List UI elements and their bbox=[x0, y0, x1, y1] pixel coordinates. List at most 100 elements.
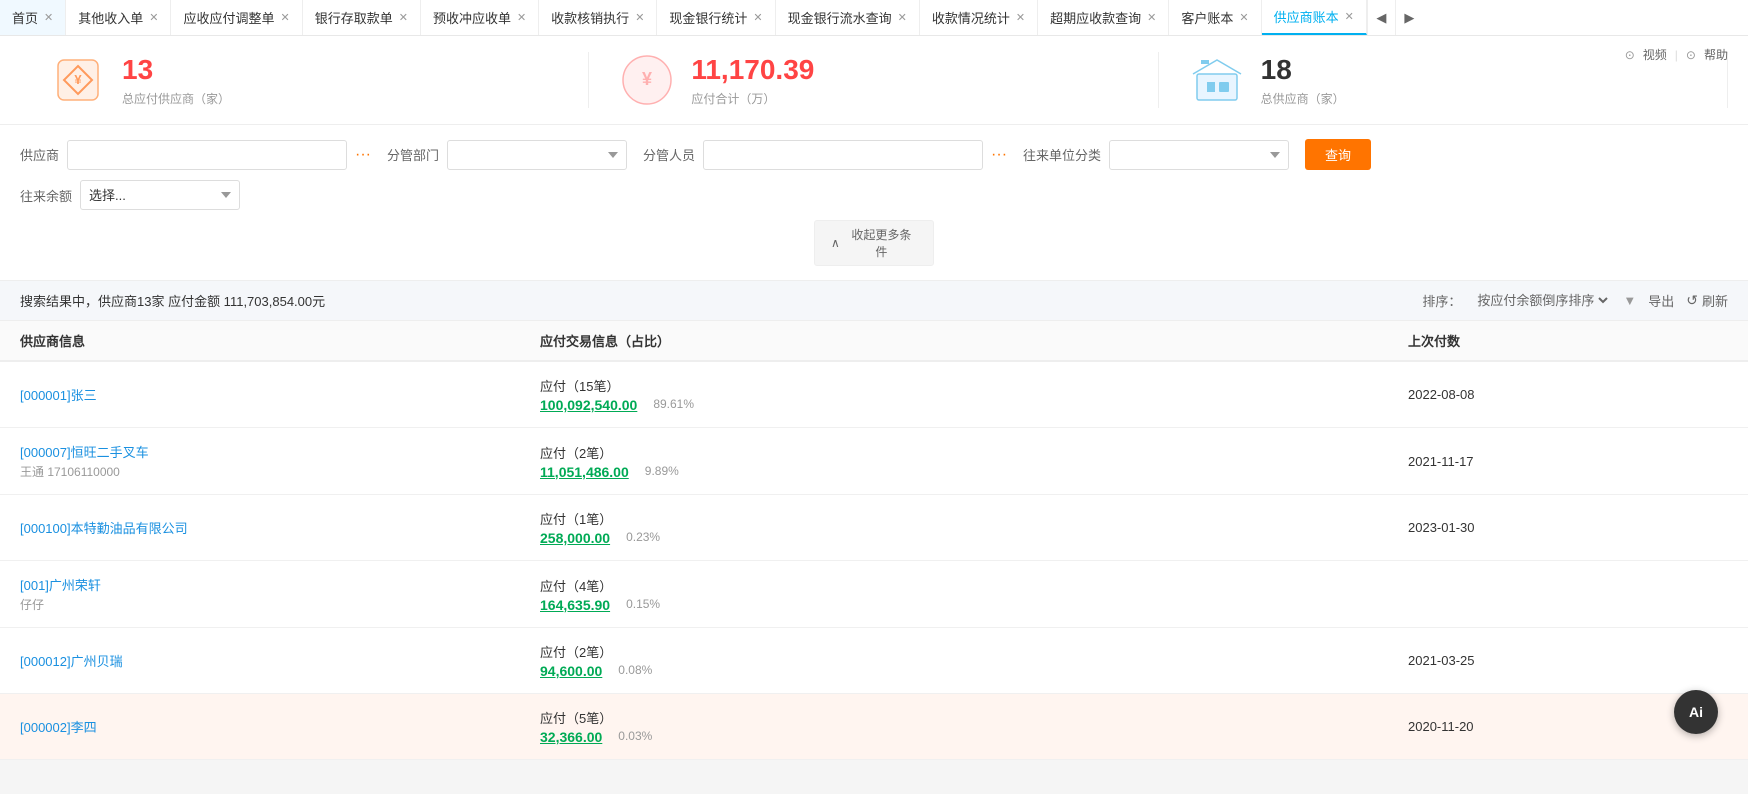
nav-cash-bank-stat-label: 现金银行统计 bbox=[669, 8, 747, 27]
txn-percent: 9.89% bbox=[645, 464, 679, 478]
nav-close-icon[interactable]: ✕ bbox=[1239, 11, 1248, 24]
balance-select[interactable]: 选择... bbox=[80, 180, 240, 210]
collapse-button[interactable]: ∧ 收起更多条件 bbox=[814, 220, 934, 266]
data-table: 供应商信息 应付交易信息（占比） 上次付数 [000001]张三 应付（15笔）… bbox=[0, 321, 1748, 760]
search-button[interactable]: 查询 bbox=[1305, 139, 1371, 170]
last-payment-date: 2021-11-17 bbox=[1408, 454, 1474, 469]
txn-percent: 0.15% bbox=[626, 597, 660, 611]
refresh-button[interactable]: ↺ 刷新 bbox=[1686, 291, 1728, 310]
ap-suppliers-icon: ¥ bbox=[50, 52, 106, 108]
nav-close-icon[interactable]: ✕ bbox=[1016, 11, 1025, 24]
person-label: 分管人员 bbox=[643, 145, 695, 164]
nav-next-arrow[interactable]: ▶ bbox=[1395, 0, 1423, 36]
nav-close-icon[interactable]: ✕ bbox=[44, 11, 53, 24]
txn-amount[interactable]: 100,092,540.00 bbox=[540, 397, 637, 413]
filter-balance: 往来余额 选择... bbox=[20, 180, 240, 210]
table-row: [000012]广州贝瑞 应付（2笔） 94,600.00 0.08% 2021… bbox=[0, 628, 1748, 694]
nav-other-income[interactable]: 其他收入单 ✕ bbox=[66, 0, 171, 35]
table-header: 供应商信息 应付交易信息（占比） 上次付数 bbox=[0, 321, 1748, 362]
col-header-txn: 应付交易信息（占比） bbox=[540, 331, 1408, 350]
top-navigation: 首页 ✕ 其他收入单 ✕ 应收应付调整单 ✕ 银行存取款单 ✕ 预收冲应收单 ✕… bbox=[0, 0, 1748, 36]
dept-label: 分管部门 bbox=[387, 145, 439, 164]
sort-label: 排序： bbox=[1422, 291, 1461, 310]
svg-text:¥: ¥ bbox=[642, 69, 652, 89]
ai-badge[interactable]: Ai bbox=[1674, 690, 1718, 734]
txn-percent: 89.61% bbox=[653, 397, 694, 411]
supplier-name-link[interactable]: [000001]张三 bbox=[20, 388, 97, 403]
txn-amount[interactable]: 164,635.90 bbox=[540, 597, 610, 613]
txn-percent: 0.08% bbox=[618, 663, 652, 677]
nav-close-icon[interactable]: ✕ bbox=[635, 11, 644, 24]
nav-close-icon[interactable]: ✕ bbox=[753, 11, 762, 24]
ap-total-label: 应付合计（万） bbox=[691, 90, 814, 107]
nav-cash-bank-stat[interactable]: 现金银行统计 ✕ bbox=[657, 0, 775, 35]
supplier-name-link[interactable]: [000002]李四 bbox=[20, 720, 97, 735]
last-payment-cell: 2022-08-08 bbox=[1408, 387, 1728, 402]
txn-amount[interactable]: 258,000.00 bbox=[540, 530, 610, 546]
svg-text:¥: ¥ bbox=[74, 72, 82, 87]
filter-supplier: 供应商 ··· bbox=[20, 140, 371, 170]
nav-close-icon[interactable]: ✕ bbox=[280, 11, 289, 24]
nav-overdue-ar[interactable]: 超期应收款查询 ✕ bbox=[1038, 0, 1169, 35]
nav-close-icon[interactable]: ✕ bbox=[1345, 10, 1354, 23]
supplier-name-link[interactable]: [000100]本特勤油品有限公司 bbox=[20, 521, 188, 536]
nav-ar-ap-adjust[interactable]: 应收应付调整单 ✕ bbox=[171, 0, 302, 35]
nav-receipt-stat-label: 收款情况统计 bbox=[932, 8, 1010, 27]
nav-receipt-stat[interactable]: 收款情况统计 ✕ bbox=[920, 0, 1038, 35]
nav-close-icon[interactable]: ✕ bbox=[1147, 11, 1156, 24]
nav-customer-ledger-label: 客户账本 bbox=[1181, 8, 1233, 27]
video-link[interactable]: 视频 bbox=[1643, 46, 1667, 63]
sort-select[interactable]: 按应付余额倒序排序 bbox=[1473, 292, 1611, 309]
person-input[interactable] bbox=[703, 140, 983, 170]
table-row: [000002]李四 应付（5笔） 32,366.00 0.03% 2020-1… bbox=[0, 694, 1748, 760]
nav-vendor-ledger[interactable]: 供应商账本 ✕ bbox=[1262, 0, 1367, 35]
filter-category: 往来单位分类 bbox=[1023, 140, 1289, 170]
circle-icon: ⊙ bbox=[1625, 48, 1635, 62]
supplier-name-link[interactable]: [000012]广州贝瑞 bbox=[20, 654, 123, 669]
dept-select[interactable] bbox=[447, 140, 627, 170]
person-more-icon[interactable]: ··· bbox=[991, 146, 1007, 164]
nav-ar-ap-adjust-label: 应收应付调整单 bbox=[183, 8, 274, 27]
summary-content-total-suppliers: 18 总供应商（家） bbox=[1261, 53, 1345, 108]
last-payment-cell: 2021-03-25 bbox=[1408, 653, 1728, 668]
txn-amount[interactable]: 94,600.00 bbox=[540, 663, 602, 679]
txn-info-cell: 应付（2笔） 94,600.00 0.08% bbox=[540, 642, 1408, 679]
result-bar: 搜索结果中，供应商13家 应付金额 111,703,854.00元 排序： 按应… bbox=[0, 281, 1748, 321]
supplier-input[interactable] bbox=[67, 140, 347, 170]
chevron-up-icon: ∧ bbox=[831, 236, 840, 250]
summary-content-ap-suppliers: 13 总应付供应商（家） bbox=[122, 53, 230, 108]
nav-customer-ledger[interactable]: 客户账本 ✕ bbox=[1169, 0, 1261, 35]
nav-close-icon[interactable]: ✕ bbox=[898, 11, 907, 24]
table-row: [000001]张三 应付（15笔） 100,092,540.00 89.61%… bbox=[0, 362, 1748, 428]
help-link[interactable]: 帮助 bbox=[1704, 46, 1728, 63]
supplier-name-link[interactable]: [001]广州荣轩 bbox=[20, 578, 101, 593]
nav-close-icon[interactable]: ✕ bbox=[399, 11, 408, 24]
table-row: [000007]恒旺二手叉车 王通 17106110000 应付（2笔） 11,… bbox=[0, 428, 1748, 495]
nav-close-icon[interactable]: ✕ bbox=[149, 11, 158, 24]
txn-amount[interactable]: 32,366.00 bbox=[540, 729, 602, 745]
nav-close-icon[interactable]: ✕ bbox=[517, 11, 526, 24]
export-button[interactable]: 导出 bbox=[1648, 291, 1674, 310]
nav-home[interactable]: 首页 ✕ bbox=[0, 0, 66, 35]
nav-vendor-ledger-label: 供应商账本 bbox=[1274, 7, 1339, 26]
txn-amount[interactable]: 11,051,486.00 bbox=[540, 464, 629, 480]
supplier-name-link[interactable]: [000007]恒旺二手叉车 bbox=[20, 445, 149, 460]
txn-type: 应付（2笔） bbox=[540, 642, 1408, 661]
supplier-more-icon[interactable]: ··· bbox=[355, 146, 371, 164]
nav-receipt-verify-label: 收款核销执行 bbox=[551, 8, 629, 27]
refresh-icon: ↺ bbox=[1686, 292, 1698, 309]
nav-prev-arrow[interactable]: ◀ bbox=[1367, 0, 1395, 36]
supplier-info-cell: [000100]本特勤油品有限公司 bbox=[20, 518, 540, 537]
txn-type: 应付（5笔） bbox=[540, 708, 1408, 727]
total-suppliers-number: 18 bbox=[1261, 53, 1345, 87]
ap-suppliers-label: 总应付供应商（家） bbox=[122, 90, 230, 107]
txn-info-cell: 应付（5笔） 32,366.00 0.03% bbox=[540, 708, 1408, 745]
txn-info-cell: 应付（1笔） 258,000.00 0.23% bbox=[540, 509, 1408, 546]
balance-label: 往来余额 bbox=[20, 186, 72, 205]
category-select[interactable] bbox=[1109, 140, 1289, 170]
nav-cash-bank-flow[interactable]: 现金银行流水查询 ✕ bbox=[776, 0, 920, 35]
nav-receipt-verify[interactable]: 收款核销执行 ✕ bbox=[539, 0, 657, 35]
nav-bank-deposit[interactable]: 银行存取款单 ✕ bbox=[303, 0, 421, 35]
nav-prepay-charge[interactable]: 预收冲应收单 ✕ bbox=[421, 0, 539, 35]
txn-type: 应付（1笔） bbox=[540, 509, 1408, 528]
